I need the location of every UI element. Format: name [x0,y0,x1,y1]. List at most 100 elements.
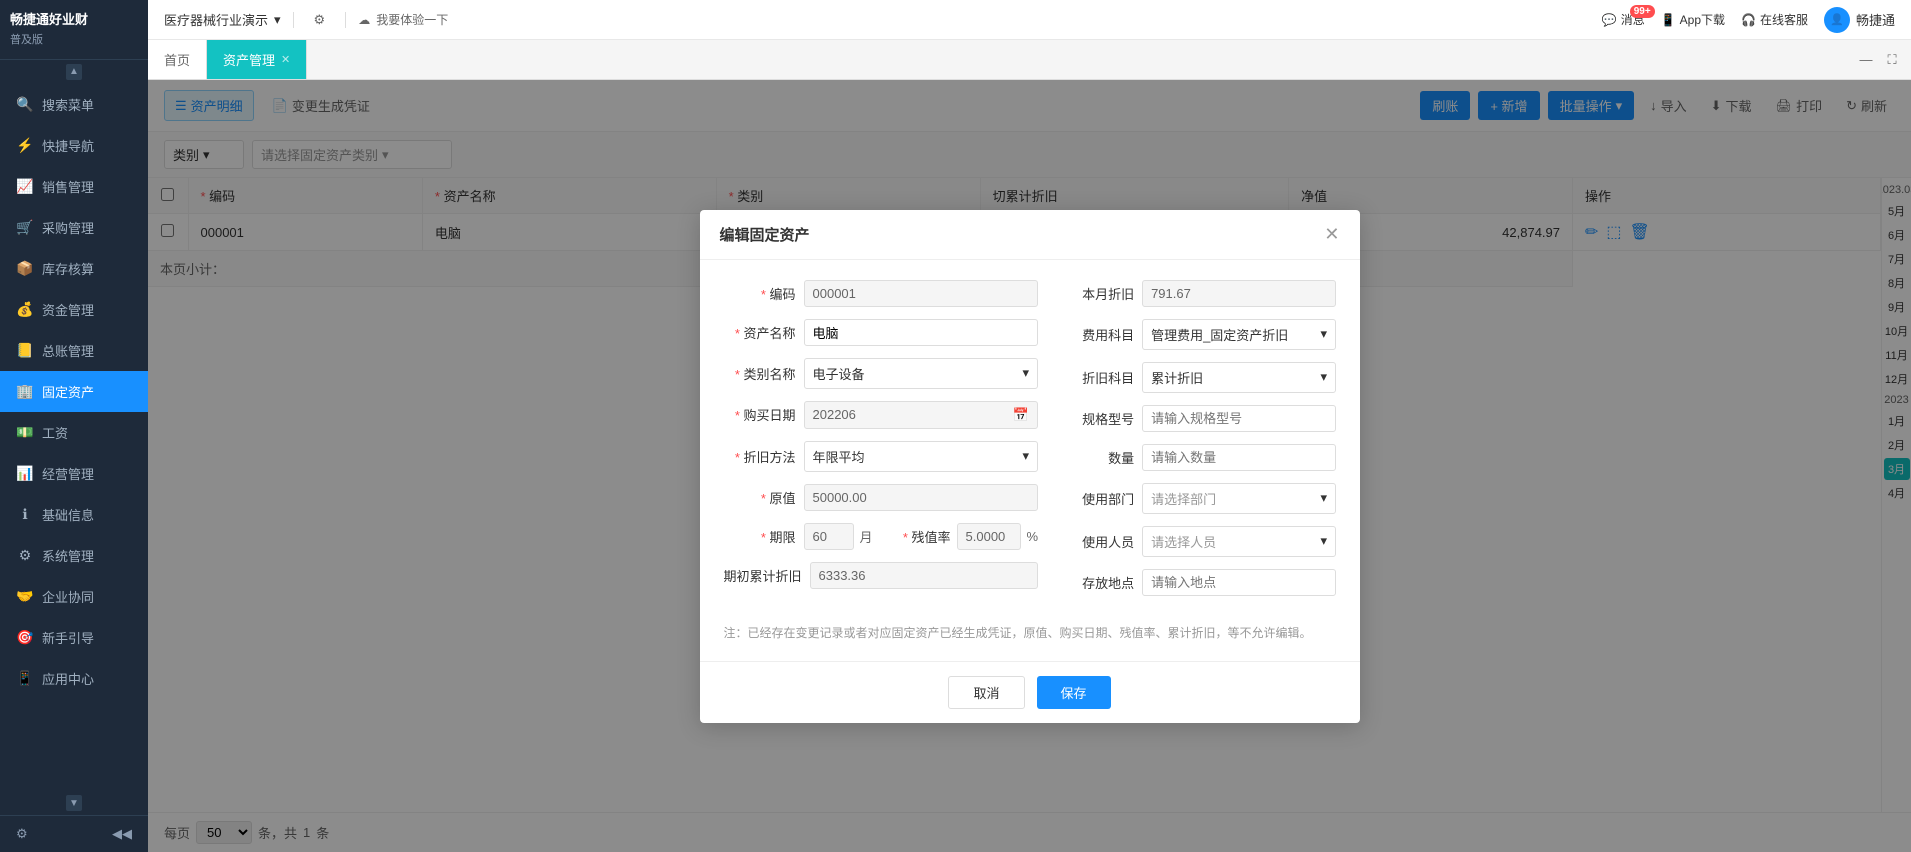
name-input[interactable] [804,319,1039,346]
settings-bottom-btn[interactable]: ⚙ [16,826,28,842]
sidebar-item-app-center[interactable]: 📱 应用中心 [0,658,148,699]
edit-asset-modal: 编辑固定资产 ✕ 编码 [700,210,1360,723]
app-name: 畅捷通好业财 [10,12,138,29]
message-btn[interactable]: 💬 消息 99+ [1602,11,1645,28]
initial-dep-input[interactable] [810,562,1039,589]
modal-header: 编辑固定资产 ✕ [700,210,1360,260]
finance-icon: 💰 [16,300,34,318]
code-input[interactable] [804,280,1039,307]
tab-home[interactable]: 首页 [148,40,207,79]
dept-select[interactable]: 请选择部门 ▾ [1142,483,1336,514]
expense-subject-select[interactable]: 管理费用_固定资产折旧 ▾ [1142,319,1336,350]
sidebar: 畅捷通好业财 普及版 ▲ 🔍 搜索菜单 ⚡ 快捷导航 📈 销售管理 🛒 采购管理 [0,0,148,852]
sidebar-item-sales[interactable]: 📈 销售管理 [0,166,148,207]
modal-overlay: 编辑固定资产 ✕ 编码 [148,80,1911,852]
residual-unit: % [1027,529,1039,544]
inventory-icon: 📦 [16,259,34,277]
experience-btn[interactable]: ☁ 我要体验一下 [358,11,448,28]
sidebar-item-label-sales: 销售管理 [42,177,94,196]
location-input[interactable] [1142,569,1336,596]
original-input[interactable] [804,484,1039,511]
save-btn[interactable]: 保存 [1037,676,1111,709]
sidebar-item-label-enterprise: 企业协同 [42,587,94,606]
dep-subject-label: 折旧科目 [1062,368,1134,387]
online-service-btn[interactable]: 🎧 在线客服 [1741,11,1808,28]
sidebar-item-enterprise[interactable]: 🤝 企业协同 [0,576,148,617]
purchase-date-input[interactable]: 202206 📅 [804,401,1039,429]
expand-btn[interactable]: ⛶ [1881,49,1903,71]
field-dept: 使用部门 请选择部门 ▾ [1062,483,1336,514]
operations-icon: 📊 [16,464,34,482]
spec-input[interactable] [1142,405,1336,432]
system-icon: ⚙ [16,546,34,564]
sidebar-item-label-ledger: 总账管理 [42,341,94,360]
cancel-btn[interactable]: 取消 [948,676,1024,709]
sidebar-item-basic-info[interactable]: ℹ 基础信息 [0,494,148,535]
modal-body: 编码 资产名称 类别名称 [700,260,1360,661]
settings-btn[interactable]: ⚙ [306,7,334,33]
topbar-divider [293,12,294,28]
sidebar-item-operations[interactable]: 📊 经营管理 [0,453,148,494]
residual-label: 残值率 [879,527,951,546]
app-download-btn[interactable]: 📱 App下载 [1661,11,1725,28]
payroll-icon: 💵 [16,423,34,441]
period-input[interactable] [804,523,854,550]
scroll-down-btn[interactable]: ▼ [66,795,82,811]
sidebar-item-label-app-center: 应用中心 [42,669,94,688]
sidebar-item-search[interactable]: 🔍 搜索菜单 [0,84,148,125]
basic-info-icon: ℹ [16,505,34,523]
field-original-value: 原值 [724,484,1039,511]
dept-select-icon: ▾ [1321,490,1328,506]
sidebar-item-inventory[interactable]: 📦 库存核算 [0,248,148,289]
sidebar-item-guide[interactable]: 🎯 新手引导 [0,617,148,658]
sidebar-item-quick-nav[interactable]: ⚡ 快捷导航 [0,125,148,166]
tab-close-icon[interactable]: ✕ [281,53,290,66]
tab-asset-management[interactable]: 资产管理 ✕ [207,40,307,79]
sidebar-item-label-system: 系统管理 [42,546,94,565]
sidebar-item-label-payroll: 工资 [42,423,68,442]
tabbar: 首页 资产管理 ✕ — ⛶ [148,40,1911,80]
sidebar-collapse-btn[interactable]: ◀◀ [112,826,132,842]
code-label: 编码 [724,284,796,303]
form-grid: 编码 资产名称 类别名称 [724,280,1336,641]
person-select-icon: ▾ [1321,533,1328,549]
residual-input[interactable] [957,523,1021,550]
modal-footer: 取消 保存 [700,661,1360,723]
form-right: 本月折旧 费用科目 管理费用_固定资产折旧 ▾ [1062,280,1336,608]
field-person: 使用人员 请选择人员 ▾ [1062,526,1336,557]
message-icon: 💬 [1602,13,1617,27]
app-edition: 普及版 [10,31,138,47]
sidebar-item-finance[interactable]: 💰 资金管理 [0,289,148,330]
modal-note: 注：已经存在变更记录或者对应固定资产已经生成凭证，原值、购买日期、残值率、累计折… [724,624,1337,641]
app-logo: 畅捷通好业财 普及版 [0,0,148,60]
dep-subject-select[interactable]: 累计折旧 ▾ [1142,362,1336,393]
modal-title: 编辑固定资产 [720,224,810,245]
enterprise-icon: 🤝 [16,587,34,605]
topbar-divider2 [345,12,346,28]
modal-close-btn[interactable]: ✕ [1324,224,1339,245]
scroll-up-btn[interactable]: ▲ [66,64,82,80]
quantity-input[interactable] [1142,444,1336,471]
dep-method-select[interactable]: 年限平均 ▾ [804,441,1039,472]
company-selector[interactable]: 医疗器械行业演示 ▾ [164,10,281,29]
user-menu[interactable]: 👤 畅捷通 [1824,7,1895,33]
sidebar-item-system[interactable]: ⚙ 系统管理 [0,535,148,576]
category-select[interactable]: 电子设备 ▾ [804,358,1039,389]
purchase-icon: 🛒 [16,218,34,236]
sidebar-item-label-quick-nav: 快捷导航 [42,136,94,155]
search-icon: 🔍 [16,95,34,113]
person-select[interactable]: 请选择人员 ▾ [1142,526,1336,557]
sidebar-item-payroll[interactable]: 💵 工资 [0,412,148,453]
dep-method-select-icon: ▾ [1023,448,1030,464]
sidebar-item-purchase[interactable]: 🛒 采购管理 [0,207,148,248]
guide-icon: 🎯 [16,628,34,646]
calendar-icon: 📅 [1013,407,1029,423]
spec-label: 规格型号 [1062,409,1134,428]
sidebar-item-ledger[interactable]: 📒 总账管理 [0,330,148,371]
field-location: 存放地点 [1062,569,1336,596]
field-dep-subject: 折旧科目 累计折旧 ▾ [1062,362,1336,393]
sidebar-item-fixed-assets[interactable]: 🏢 固定资产 [0,371,148,412]
period-inline: 月 残值率 % [804,523,1039,550]
minimize-btn[interactable]: — [1855,49,1877,71]
monthly-dep-input [1142,280,1336,307]
